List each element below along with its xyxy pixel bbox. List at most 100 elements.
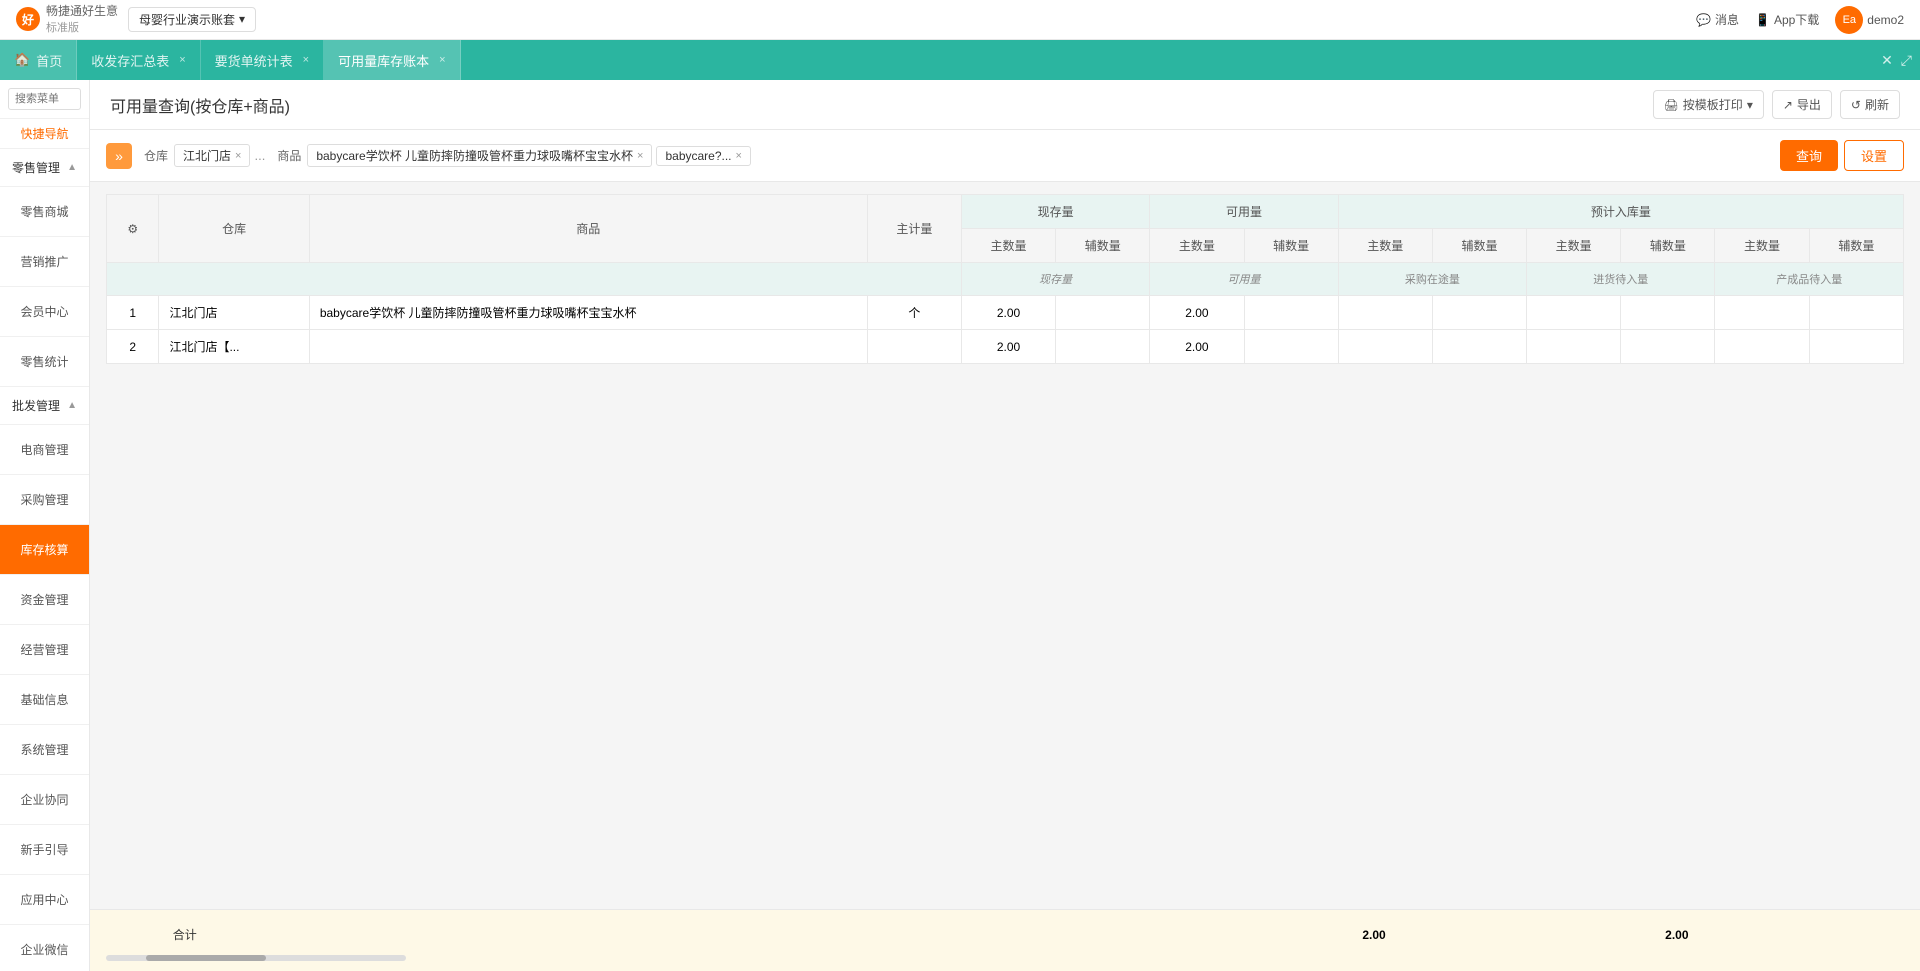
col-avail-group-header: 可用量 [1150,195,1338,229]
scrollbar-thumb[interactable] [146,955,266,961]
sidebar-item-purchase[interactable]: 采购管理 [0,475,89,525]
industry-label: 母婴行业演示账套 [139,11,235,28]
tab-home[interactable]: 🏠 首页 [0,40,77,80]
warehouse-label: 仓库 [144,147,168,164]
export-button[interactable]: ↗ 导出 [1772,90,1832,119]
sidebar-item-ecommerce[interactable]: 电商管理 [0,425,89,475]
user-menu[interactable]: Ea demo2 [1835,6,1904,34]
retail-expand-icon: ▲ [67,162,77,173]
sidebar-item-retail-mall[interactable]: 零售商城 [0,187,89,237]
filter-area: » 仓库 江北门店 × ... 商品 babycare学饮杯 儿童防摔防撞吸管杯… [90,130,1920,182]
total-row: 合计 2.00 2.00 [106,918,1904,951]
total-label: 合计 [163,918,390,951]
sidebar-item-system[interactable]: 系统管理 [0,725,89,775]
print-button[interactable]: 🖨 按模板打印 ▾ [1653,90,1764,119]
product-tag-babycare-remove[interactable]: × [637,150,643,162]
col-purchase-aux-header: 辅数量 [1432,229,1526,263]
expand-button[interactable]: ⤢ [1901,52,1912,69]
warehouse-tag-remove[interactable]: × [235,150,241,162]
top-bar-right: 💬 消息 📱 App下载 Ea demo2 [1696,6,1904,34]
message-icon: 💬 [1696,13,1711,27]
cell-purchase-aux-1 [1432,330,1526,364]
top-bar: 好 畅捷通好生意 标准版 母婴行业演示账套 ▾ 💬 消息 📱 App下载 Ea … [0,0,1920,40]
sidebar-item-member[interactable]: 会员中心 [0,287,89,337]
sidebar-item-marketing[interactable]: 营销推广 [0,237,89,287]
total-empty2 [390,918,1147,951]
tab-inventory[interactable]: 可用量库存账本 × [324,40,460,80]
sidebar-item-newbie[interactable]: 新手引导 [0,825,89,875]
cell-stock-main-1: 2.00 [961,330,1055,364]
sidebar-item-operations[interactable]: 经营管理 [0,625,89,675]
cell-avail-main-1: 2.00 [1150,330,1244,364]
tab-end-actions: ✕ ⤢ [1873,40,1920,80]
sidebar-item-retail-mgmt[interactable]: 零售管理 ▲ [0,149,89,187]
cell-arrived-aux-0 [1621,296,1715,330]
total-empty1 [106,918,163,951]
tab-order-close[interactable]: × [303,54,309,66]
table-container[interactable]: ⚙ 仓库 商品 主计量 现存量 可用量 预计入库量 主数量 辅数量 主数量 辅数… [90,182,1920,909]
warehouse-dots[interactable]: ... [254,148,265,163]
sidebar-item-finance[interactable]: 资金管理 [0,575,89,625]
refresh-icon: ↺ [1851,98,1861,112]
refresh-button[interactable]: ↺ 刷新 [1840,90,1900,119]
home-icon: 🏠 [14,52,30,68]
cell-avail-aux-0 [1244,296,1338,330]
sidebar-item-appstore[interactable]: 应用中心 [0,875,89,925]
product-tag-babycare2-remove[interactable]: × [736,150,742,162]
cell-product-aux-1 [1809,330,1903,364]
query-button[interactable]: 查询 [1780,140,1838,171]
scrollbar-area[interactable] [106,955,1904,963]
col-avail-aux-header: 辅数量 [1244,229,1338,263]
wholesale-expand-icon: ▲ [67,400,77,411]
sidebar-search-area [0,80,89,119]
warehouse-tag-jiangbei[interactable]: 江北门店 × [174,144,250,167]
main-layout: 快捷导航 零售管理 ▲ 零售商城 营销推广 会员中心 零售统计 批发管理 ▲ 电… [0,80,1920,971]
sidebar-quick-nav[interactable]: 快捷导航 [0,119,89,149]
product-tag-babycare[interactable]: babycare学饮杯 儿童防摔防撞吸管杯重力球吸嘴杯宝宝水杯 × [307,144,652,167]
product-tag-babycare2[interactable]: babycare?... × [656,146,750,166]
col-settings-header[interactable]: ⚙ [107,195,159,263]
col-stock-main-header: 主数量 [961,229,1055,263]
cell-arrived-main-0 [1527,296,1621,330]
total-table: 合计 2.00 2.00 [106,918,1904,951]
message-button[interactable]: 💬 消息 [1696,11,1739,28]
cell-unit-1 [867,330,961,364]
logo-text: 畅捷通好生意 [46,4,118,18]
cell-product-aux-0 [1809,296,1903,330]
col-mainunit-header: 主计量 [867,195,961,263]
close-all-button[interactable]: ✕ [1881,52,1893,69]
cell-product-main-1 [1715,330,1809,364]
logo-area: 好 畅捷通好生意 标准版 [16,4,118,34]
search-input[interactable] [8,88,81,110]
sidebar-item-retail-stats[interactable]: 零售统计 [0,337,89,387]
app-download-button[interactable]: 📱 App下载 [1755,11,1819,28]
sidebar-item-wecom[interactable]: 企业微信 [0,925,89,971]
industry-selector[interactable]: 母婴行业演示账套 ▾ [128,7,256,32]
col-arrived-main-header: 主数量 [1527,229,1621,263]
data-table: ⚙ 仓库 商品 主计量 现存量 可用量 预计入库量 主数量 辅数量 主数量 辅数… [106,194,1904,364]
sidebar-item-wholesale-mgmt[interactable]: 批发管理 ▲ [0,387,89,425]
horizontal-scrollbar[interactable] [106,955,406,961]
col-avail-main-header: 主数量 [1150,229,1244,263]
sidebar-item-inventory-mgmt[interactable]: 库存核算 [0,525,89,575]
settings-button[interactable]: 设置 [1844,140,1904,171]
cell-product-main-0 [1715,296,1809,330]
filter-toggle-button[interactable]: » [106,143,132,169]
tab-receive-close[interactable]: × [179,54,185,66]
tab-receive[interactable]: 收发存汇总表 × [77,40,200,80]
sidebar: 快捷导航 零售管理 ▲ 零售商城 营销推广 会员中心 零售统计 批发管理 ▲ 电… [0,80,90,971]
page-actions: 🖨 按模板打印 ▾ ↗ 导出 ↺ 刷新 [1653,90,1900,119]
app-icon: 📱 [1755,13,1770,27]
filter-actions: 查询 设置 [1780,140,1904,171]
tab-inventory-close[interactable]: × [439,54,445,66]
cell-stock-aux-1 [1056,330,1150,364]
total-stock-aux [1450,918,1601,951]
page-header: 可用量查询(按仓库+商品) 🖨 按模板打印 ▾ ↗ 导出 ↺ 刷新 [90,80,1920,130]
sidebar-item-basics[interactable]: 基础信息 [0,675,89,725]
product-filter-group: 商品 babycare学饮杯 儿童防摔防撞吸管杯重力球吸嘴杯宝宝水杯 × bab… [277,144,751,167]
table-footer: 合计 2.00 2.00 [90,909,1920,971]
cell-warehouse-1: 江北门店【... [159,330,309,364]
sidebar-item-enterprise[interactable]: 企业协同 [0,775,89,825]
tab-order[interactable]: 要货单统计表 × [201,40,324,80]
avatar: Ea [1835,6,1863,34]
